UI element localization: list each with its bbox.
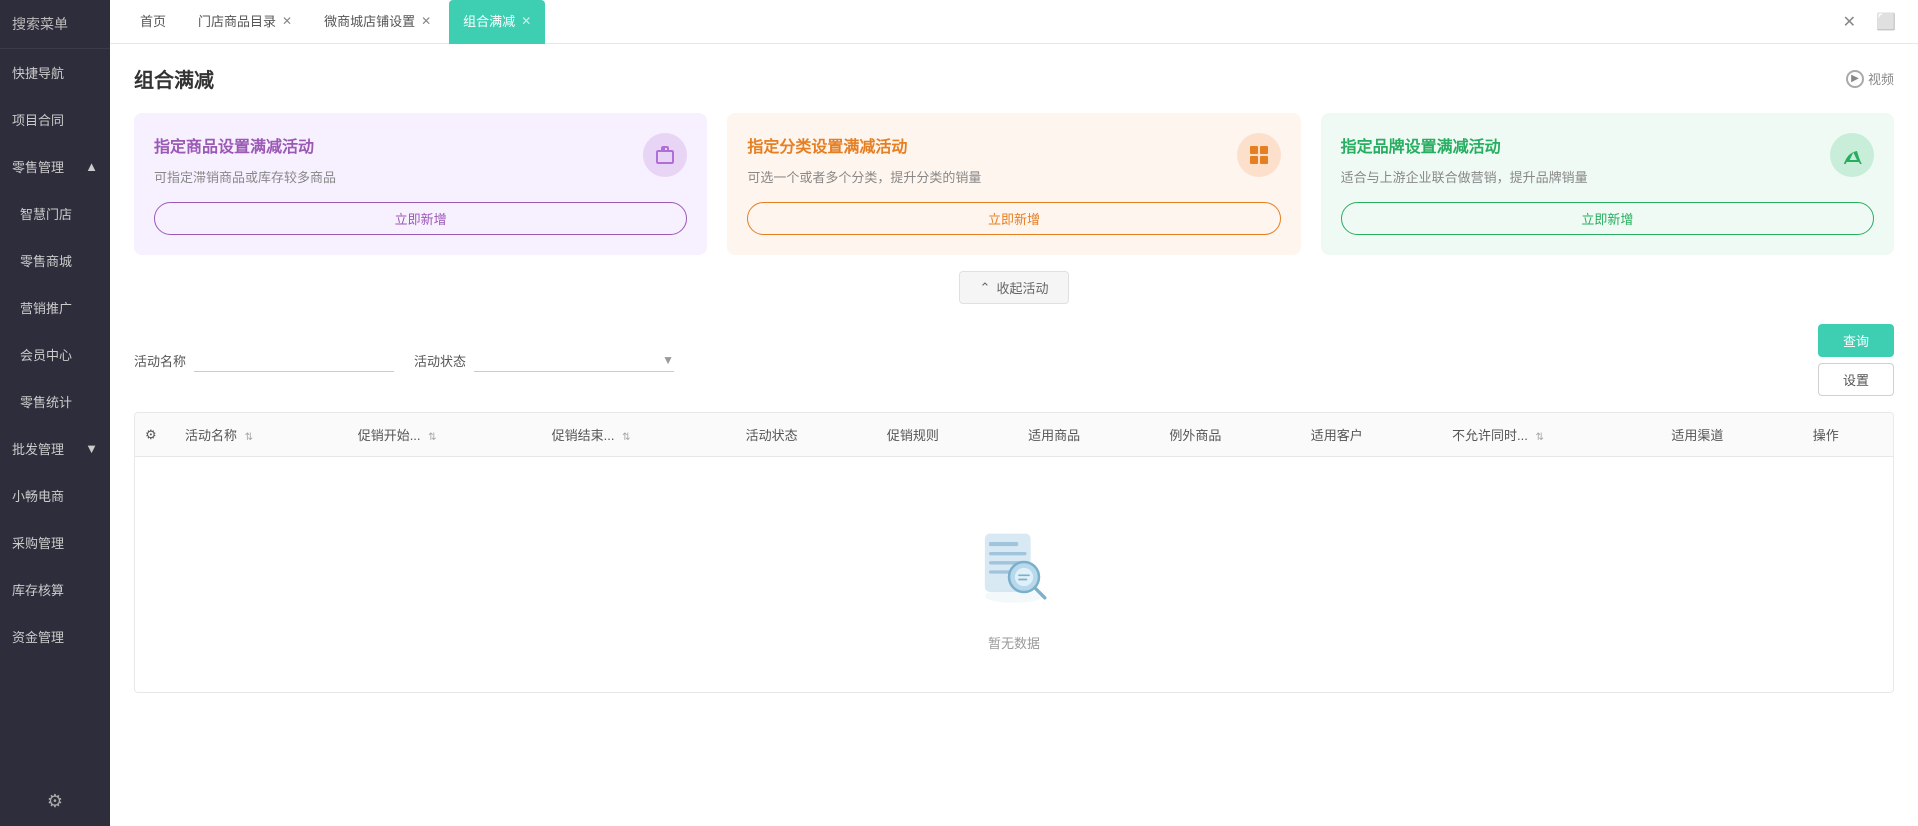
promo-card-category-btn[interactable]: 立即新增 [747, 202, 1280, 235]
settings-button[interactable]: 设置 [1818, 363, 1894, 396]
tab-close-wechat-store[interactable]: ✕ [421, 14, 431, 28]
sidebar-item-quick-nav[interactable]: 快捷导航 [0, 49, 110, 96]
promo-card-product: 指定商品设置满减活动 可指定滞销商品或库存较多商品 立即新增 [134, 113, 707, 255]
filter-status-select[interactable]: ▼ [474, 349, 674, 372]
collapse-btn[interactable]: ⌃ 收起活动 [959, 271, 1070, 304]
col-start[interactable]: 促销开始... ⇅ [348, 413, 542, 457]
tab-store-catalog[interactable]: 门店商品目录 ✕ [184, 0, 306, 44]
promo-card-brand-icon [1830, 133, 1874, 177]
sidebar-item-marketing[interactable]: 营销推广 [0, 284, 110, 331]
table-body: 暂无数据 [135, 457, 1893, 693]
settings-icon[interactable]: ⚙ [47, 791, 63, 812]
data-table: ⚙ 活动名称 ⇅ 促销开始... ⇅ 促销结束... ⇅ [135, 413, 1893, 692]
content-area: 组合满减 ▶ 视频 指定商品设置满减活动 可指定滞销商品或库存较多商品 立即新增… [110, 44, 1918, 826]
main-area: 首页 门店商品目录 ✕ 微商城店铺设置 ✕ 组合满减 ✕ ✕ ⬜ 组合满减 ▶ … [110, 0, 1918, 826]
col-end[interactable]: 促销结束... ⇅ [542, 413, 736, 457]
table-header: ⚙ 活动名称 ⇅ 促销开始... ⇅ 促销结束... ⇅ [135, 413, 1893, 457]
settings-icon: ⚙ [145, 427, 157, 442]
promo-card-category: 指定分类设置满减活动 可选一个或者多个分类，提升分类的销量 立即新增 [727, 113, 1300, 255]
sidebar-item-member-center[interactable]: 会员中心 [0, 331, 110, 378]
filter-status-label: 活动状态 [414, 351, 466, 370]
filter-actions: 查询 设置 [1818, 324, 1894, 396]
promo-card-category-title: 指定分类设置满减活动 [747, 133, 1280, 157]
col-channels: 适用渠道 [1661, 413, 1802, 457]
empty-text: 暂无数据 [988, 633, 1040, 652]
promo-card-product-title: 指定商品设置满减活动 [154, 133, 687, 157]
promo-card-product-icon [643, 133, 687, 177]
sort-icon-start: ⇅ [428, 432, 436, 443]
sidebar-item-xiaochang[interactable]: 小畅电商 [0, 472, 110, 519]
video-link[interactable]: ▶ 视频 [1846, 69, 1894, 88]
sidebar-search[interactable]: 搜索菜单 [0, 0, 110, 49]
tab-bar-actions: ✕ ⬜ [1837, 10, 1902, 34]
data-table-container: ⚙ 活动名称 ⇅ 促销开始... ⇅ 促销结束... ⇅ [134, 412, 1894, 693]
filter-name-label: 活动名称 [134, 351, 186, 370]
sort-icon-name: ⇅ [245, 432, 253, 443]
sort-icon-end: ⇅ [622, 432, 630, 443]
col-applicable-goods: 适用商品 [1018, 413, 1159, 457]
tab-home[interactable]: 首页 [126, 0, 180, 44]
sidebar-item-smart-store[interactable]: 智慧门店 [0, 190, 110, 237]
col-operation: 操作 [1803, 413, 1893, 457]
sidebar-item-retail-mgmt[interactable]: 零售管理 ▲ [0, 143, 110, 190]
sidebar-item-retail-stats[interactable]: 零售统计 [0, 378, 110, 425]
chevron-up-icon: ▲ [85, 159, 98, 174]
sidebar-item-finance[interactable]: 资金管理 [0, 613, 110, 660]
filter-name-input[interactable] [194, 348, 394, 372]
collapse-bar: ⌃ 收起活动 [134, 271, 1894, 304]
page-title: 组合满减 [134, 64, 214, 93]
filter-row: 活动名称 活动状态 ▼ 查询 设置 [134, 324, 1894, 396]
sidebar: 搜索菜单 快捷导航 项目合同 零售管理 ▲ 智慧门店 零售商城 营销推广 会员中… [0, 0, 110, 826]
sidebar-bottom: ⚙ [0, 777, 110, 826]
tab-combo-discount[interactable]: 组合满减 ✕ [449, 0, 545, 44]
tab-bar: 首页 门店商品目录 ✕ 微商城店铺设置 ✕ 组合满减 ✕ ✕ ⬜ [110, 0, 1918, 44]
chevron-down-icon: ▼ [662, 353, 674, 367]
col-name[interactable]: 活动名称 ⇅ [175, 413, 348, 457]
promo-card-category-icon [1237, 133, 1281, 177]
tab-close-store-catalog[interactable]: ✕ [282, 14, 292, 28]
window-close-btn[interactable]: ✕ [1837, 10, 1862, 34]
tab-wechat-store[interactable]: 微商城店铺设置 ✕ [310, 0, 445, 44]
sidebar-item-purchase-mgmt[interactable]: 采购管理 [0, 519, 110, 566]
collapse-icon: ⌃ [980, 280, 991, 296]
promo-card-product-btn[interactable]: 立即新增 [154, 202, 687, 235]
col-settings[interactable]: ⚙ [135, 413, 175, 457]
col-no-overlap[interactable]: 不允许同时... ⇅ [1442, 413, 1661, 457]
promo-card-brand-desc: 适合与上游企业联合做营销，提升品牌销量 [1341, 167, 1874, 186]
tab-close-combo-discount[interactable]: ✕ [521, 14, 531, 28]
sort-icon-no-overlap: ⇅ [1535, 432, 1543, 443]
col-exception-goods: 例外商品 [1159, 413, 1300, 457]
empty-state: 暂无数据 [135, 457, 1893, 692]
promo-card-category-desc: 可选一个或者多个分类，提升分类的销量 [747, 167, 1280, 186]
col-status: 活动状态 [736, 413, 877, 457]
promo-card-brand-btn[interactable]: 立即新增 [1341, 202, 1874, 235]
window-maximize-btn[interactable]: ⬜ [1870, 10, 1902, 34]
chevron-down-icon: ▼ [85, 441, 98, 456]
promo-card-product-desc: 可指定滞销商品或库存较多商品 [154, 167, 687, 186]
page-header: 组合满减 ▶ 视频 [134, 64, 1894, 93]
promo-cards: 指定商品设置满减活动 可指定滞销商品或库存较多商品 立即新增 指定分类设置满减活… [134, 113, 1894, 255]
promo-card-brand-title: 指定品牌设置满减活动 [1341, 133, 1874, 157]
query-button[interactable]: 查询 [1818, 324, 1894, 357]
play-icon: ▶ [1846, 70, 1864, 88]
sidebar-item-project-contract[interactable]: 项目合同 [0, 96, 110, 143]
sidebar-item-inventory[interactable]: 库存核算 [0, 566, 110, 613]
col-applicable-customers: 适用客户 [1301, 413, 1442, 457]
sidebar-item-wholesale-mgmt[interactable]: 批发管理 ▼ [0, 425, 110, 472]
filter-status-item: 活动状态 ▼ [414, 349, 674, 372]
promo-card-brand: 指定品牌设置满减活动 适合与上游企业联合做营销，提升品牌销量 立即新增 [1321, 113, 1894, 255]
sidebar-item-retail-mall[interactable]: 零售商城 [0, 237, 110, 284]
empty-icon [964, 517, 1064, 617]
filter-name-item: 活动名称 [134, 348, 394, 372]
col-rules: 促销规则 [877, 413, 1018, 457]
